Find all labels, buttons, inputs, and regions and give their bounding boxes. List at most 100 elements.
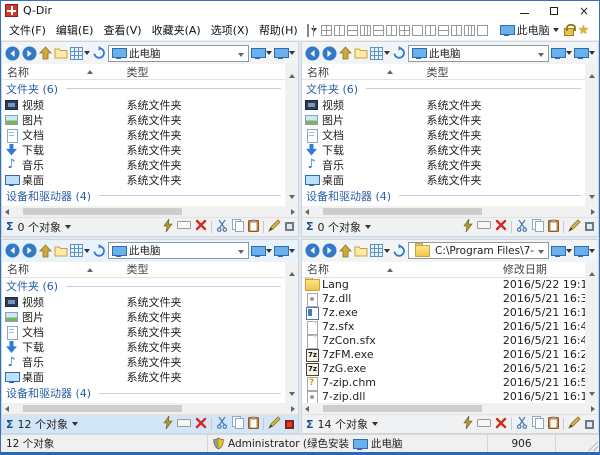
delete-button[interactable] (495, 219, 507, 234)
object-count-label[interactable]: 14 个对象 (318, 416, 369, 432)
layout-button-6[interactable] (398, 24, 410, 36)
file-row[interactable]: 桌面 系统文件夹 (302, 172, 585, 187)
view-mode-button[interactable] (370, 46, 390, 60)
column-header-2[interactable]: 类型 (427, 64, 449, 80)
up-button[interactable] (339, 46, 352, 60)
delete-button[interactable] (195, 417, 207, 432)
file-row[interactable]: 7z.dll 2016/5/21 16:3 (302, 292, 585, 307)
count-dropdown-arrow[interactable] (372, 422, 379, 426)
horizontal-scrollbar[interactable] (302, 403, 598, 414)
menu-item-0[interactable]: 文件(F) (4, 20, 51, 40)
magic-action-button[interactable] (463, 414, 473, 432)
file-row[interactable]: 下载 系统文件夹 (2, 340, 285, 355)
group-header[interactable]: 文件夹 (6) (2, 278, 285, 295)
paste-button[interactable] (248, 416, 259, 432)
resize-grip[interactable] (588, 441, 598, 451)
file-row[interactable]: 7zG.exe 2016/5/21 16:2 (302, 362, 585, 376)
menu-item-1[interactable]: 编辑(E) (51, 20, 99, 40)
scroll-up-arrow[interactable] (288, 68, 295, 81)
file-row[interactable]: 桌面 系统文件夹 (2, 172, 285, 187)
file-row[interactable]: 视频 系统文件夹 (2, 295, 285, 310)
pane-layout-button[interactable] (274, 245, 295, 257)
pane-favorites-button[interactable] (251, 47, 272, 59)
address-bar[interactable]: C:\Program Files\7-Zip (408, 242, 549, 259)
horizontal-scrollbar[interactable] (302, 205, 598, 217)
file-row[interactable]: 下载 系统文件夹 (2, 142, 285, 157)
column-header-2[interactable]: 修改日期 (503, 261, 547, 277)
layout-button-12[interactable] (476, 24, 488, 36)
file-row[interactable]: 7-zip.dll 2016/5/21 16:1 (302, 390, 585, 403)
vertical-scrollbar[interactable] (285, 261, 298, 403)
copy-button[interactable] (232, 416, 244, 432)
menu-item-5[interactable]: 帮助(H) (254, 20, 303, 40)
edit-button[interactable] (268, 416, 281, 432)
menu-item-4[interactable]: 选项(X) (206, 20, 254, 40)
scroll-down-arrow[interactable] (588, 189, 595, 202)
file-row[interactable]: 文档 系统文件夹 (2, 127, 285, 143)
pane-layout-button[interactable] (574, 47, 595, 59)
column-header-name[interactable]: 名称 (2, 64, 29, 80)
cut-button[interactable] (216, 219, 228, 235)
layout-button-4[interactable] (372, 24, 384, 36)
refresh-button[interactable] (392, 243, 406, 258)
layout-button-1[interactable] (333, 24, 345, 36)
back-button[interactable] (5, 46, 20, 61)
group-header[interactable]: 设备和驱动器 (4) (2, 385, 285, 402)
file-row[interactable]: 7zCon.sfx 2016/5/21 16:4 (302, 334, 585, 349)
maximize-button[interactable] (539, 1, 569, 20)
minimize-button[interactable] (509, 1, 539, 20)
vertical-scrollbar[interactable] (585, 261, 598, 403)
file-row[interactable]: 视频 系统文件夹 (2, 97, 285, 112)
copy-button[interactable] (532, 218, 544, 235)
magic-action-button[interactable] (163, 414, 173, 432)
file-row[interactable]: Lang 2016/5/22 19:1 (302, 277, 585, 292)
up-button[interactable] (39, 46, 52, 60)
vertical-scrollbar[interactable] (285, 64, 298, 206)
new-folder-button[interactable] (354, 245, 368, 257)
file-row[interactable]: 下载 系统文件夹 (302, 142, 585, 157)
copy-button[interactable] (232, 218, 244, 235)
forward-button[interactable] (22, 243, 37, 258)
rename-button[interactable] (177, 220, 191, 233)
group-header[interactable]: 文件夹 (6) (2, 80, 285, 97)
file-row[interactable]: 7z.exe 2016/5/21 16:1 (302, 306, 585, 320)
scroll-up-arrow[interactable] (588, 68, 595, 81)
layout-button-8[interactable] (424, 24, 436, 36)
magic-action-button[interactable] (163, 217, 173, 235)
active-pane-indicator[interactable] (285, 419, 294, 429)
back-button[interactable] (305, 243, 320, 258)
paste-button[interactable] (548, 219, 559, 235)
active-pane-indicator[interactable] (585, 222, 594, 231)
layout-dropdown-arrow[interactable] (310, 28, 317, 32)
layout-button-7[interactable] (411, 24, 423, 36)
group-header[interactable]: 文件夹 (6) (302, 80, 585, 97)
edit-button[interactable] (568, 218, 581, 235)
refresh-button[interactable] (92, 243, 106, 258)
scroll-up-arrow[interactable] (288, 266, 295, 279)
horizontal-scroll-thumb[interactable] (322, 405, 483, 412)
vertical-scrollbar[interactable] (585, 64, 598, 206)
active-pane-indicator[interactable] (285, 222, 294, 231)
file-row[interactable]: 7z.sfx 2016/5/21 16:4 (302, 320, 585, 335)
layout-button-3[interactable] (359, 24, 371, 36)
rename-button[interactable] (477, 220, 491, 233)
back-button[interactable] (5, 243, 20, 258)
menu-item-3[interactable]: 收藏夹(A) (147, 20, 206, 40)
horizontal-scroll-thumb[interactable] (322, 207, 483, 215)
file-row[interactable]: 文档 系统文件夹 (2, 325, 285, 340)
column-header-2[interactable]: 类型 (127, 64, 149, 80)
layout-button-10[interactable] (450, 24, 462, 36)
pane-favorites-button[interactable] (551, 47, 572, 59)
file-row[interactable]: 7-zip.chm 2016/5/21 16:5 (302, 376, 585, 391)
quick-address-combo[interactable]: 此电脑 (497, 21, 562, 39)
new-folder-button[interactable] (54, 47, 68, 59)
pane-layout-button[interactable] (274, 47, 295, 59)
edit-button[interactable] (268, 218, 281, 235)
view-mode-button[interactable] (370, 244, 390, 257)
menu-item-2[interactable]: 查看(V) (98, 20, 146, 40)
forward-button[interactable] (322, 46, 337, 61)
count-dropdown-arrow[interactable] (365, 224, 372, 229)
scroll-up-arrow[interactable] (588, 266, 595, 279)
file-row[interactable]: 桌面 系统文件夹 (2, 370, 285, 385)
view-mode-button[interactable] (70, 244, 90, 257)
